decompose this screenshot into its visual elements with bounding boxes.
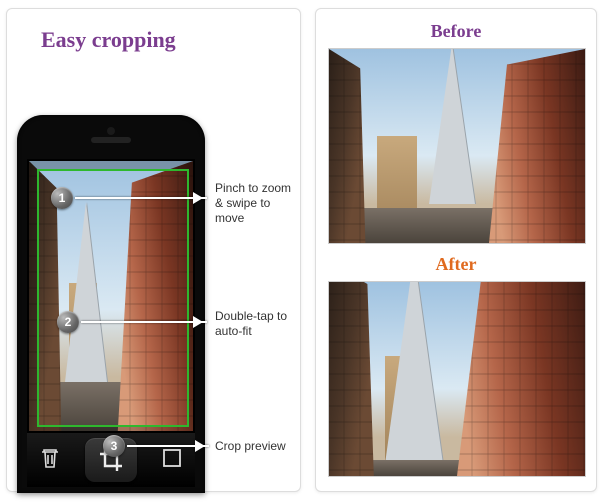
after-image [328,281,586,477]
callout-arrow-1 [75,197,207,199]
panel-title: Easy cropping [7,9,300,53]
callout-arrow-3 [127,445,209,447]
before-after-panel: Before After [315,8,597,492]
before-image [328,48,586,244]
callout-text-1: Pinch to zoom & swipe to move [215,181,299,226]
callout-arrow-2 [81,321,207,323]
callout-bubble-1: 1 [51,187,73,209]
callout-text-3: Crop preview [215,439,299,454]
after-label: After [328,254,584,275]
aspect-ratio-icon[interactable] [161,447,183,474]
callout-text-2: Double-tap to auto-fit [215,309,299,339]
before-label: Before [328,21,584,42]
callout-bubble-3: 3 [103,435,125,457]
easy-cropping-panel: Easy cropping [6,8,301,492]
trash-icon[interactable] [39,446,61,475]
callout-bubble-2: 2 [57,311,79,333]
